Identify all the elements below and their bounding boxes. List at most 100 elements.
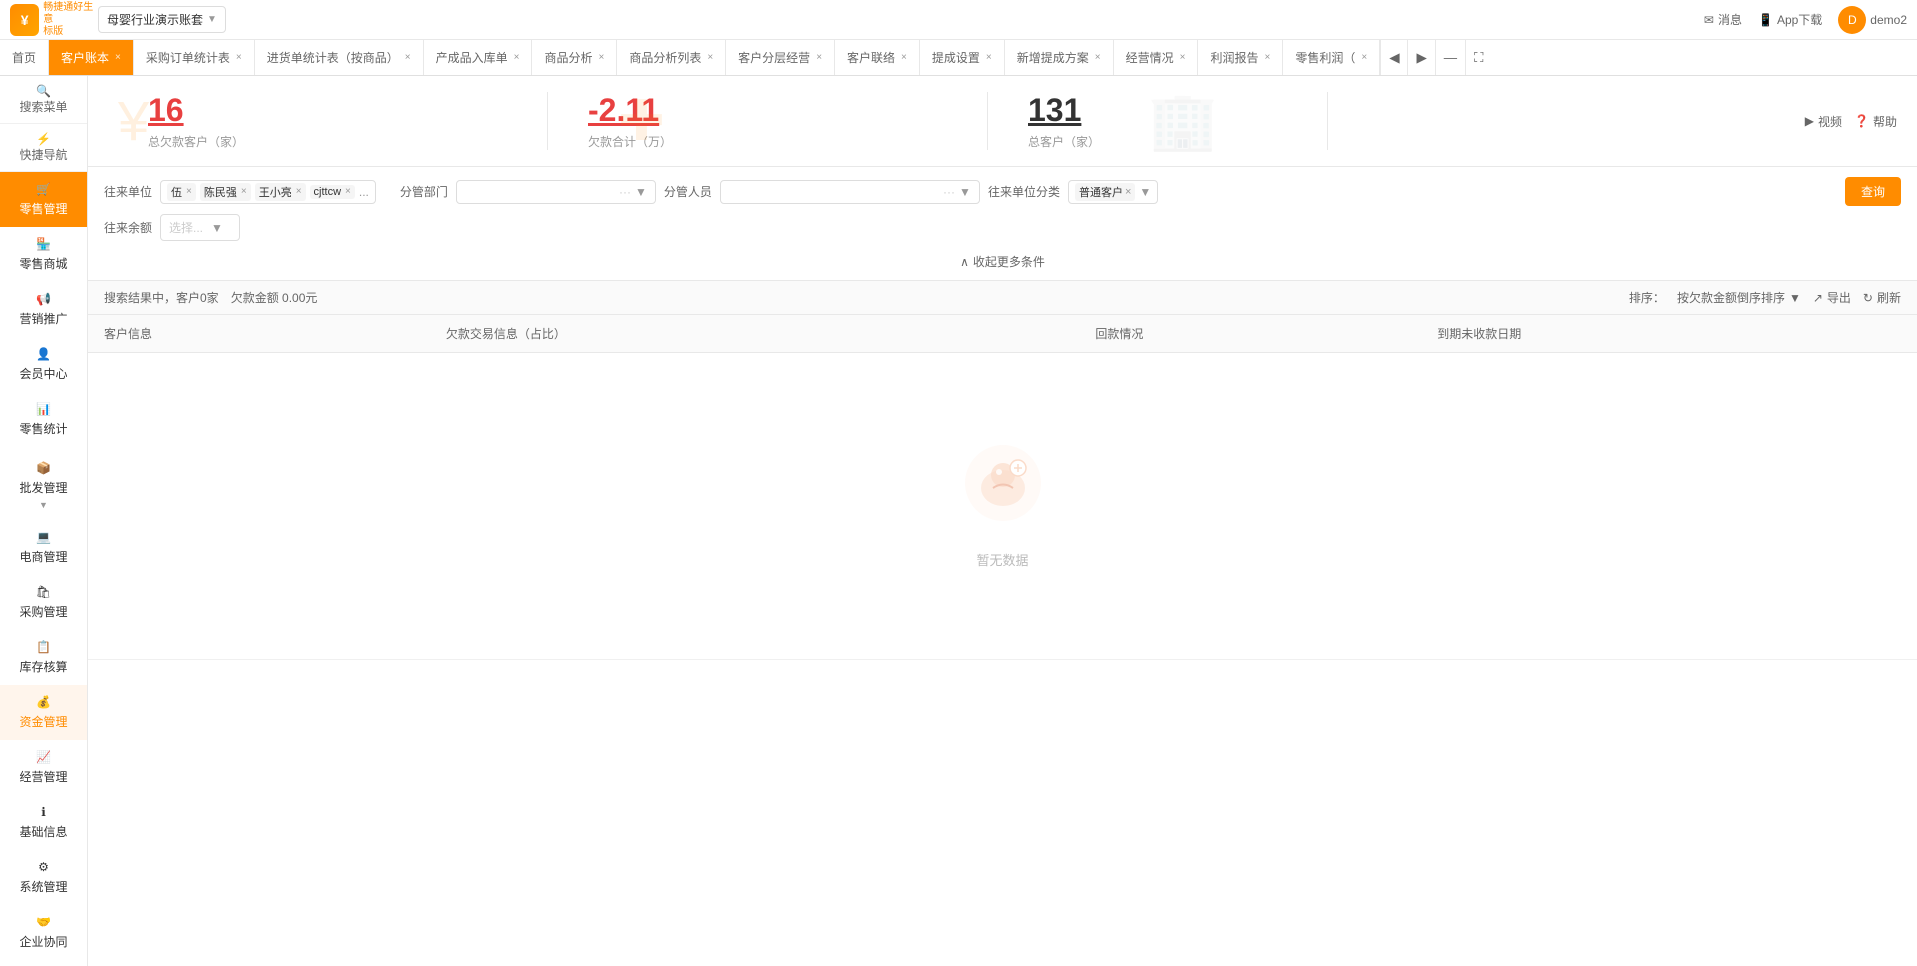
company-dropdown-icon: ▼ bbox=[207, 14, 217, 25]
refresh-button[interactable]: ↻ 刷新 bbox=[1863, 289, 1901, 306]
total-customers-value[interactable]: 16 bbox=[148, 92, 184, 129]
member-icon: 👤 bbox=[36, 347, 51, 361]
tab-close-icon[interactable]: × bbox=[405, 52, 411, 63]
tab-close-icon[interactable]: × bbox=[1264, 52, 1270, 63]
tab-label: 零售利润（ bbox=[1295, 49, 1355, 66]
tab-commission-setting[interactable]: 提成设置 × bbox=[920, 40, 1005, 76]
balance-dropdown-icon[interactable]: ▼ bbox=[211, 221, 223, 235]
tab-minimize-button[interactable]: — bbox=[1435, 40, 1465, 76]
tab-close-icon[interactable]: × bbox=[816, 52, 822, 63]
person-clear-icon[interactable]: ··· bbox=[943, 185, 955, 199]
sidebar-quick-nav[interactable]: ⚡ 快捷导航 bbox=[0, 124, 87, 172]
app-download-button[interactable]: 📱 App下载 bbox=[1758, 11, 1822, 28]
sidebar-search[interactable]: 🔍 搜索菜单 bbox=[0, 76, 87, 124]
empty-state: 暂无数据 bbox=[104, 363, 1901, 649]
tab-close-icon[interactable]: × bbox=[115, 52, 121, 63]
sidebar-item-member[interactable]: 👤 会员中心 bbox=[0, 337, 87, 392]
tag-wang-remove[interactable]: × bbox=[296, 186, 302, 197]
tab-business[interactable]: 经营情况 × bbox=[1114, 40, 1199, 76]
company-select[interactable]: 母婴行业演示账套 ▼ bbox=[98, 6, 226, 33]
sidebar-item-finance[interactable]: 💰 资金管理 bbox=[0, 685, 87, 740]
sidebar-item-basic-info[interactable]: ℹ 基础信息 bbox=[0, 795, 87, 850]
sidebar-item-operations[interactable]: 📈 经营管理 bbox=[0, 740, 87, 795]
tab-product-analysis[interactable]: 商品分析 × bbox=[532, 40, 617, 76]
logo-text: 畅捷通好生意 标版 bbox=[43, 2, 98, 38]
tab-close-icon[interactable]: × bbox=[236, 52, 242, 63]
unit-filter-tags[interactable]: 伍 × 陈民强 × 王小亮 × cjttcw × ... bbox=[160, 180, 376, 204]
tab-close-icon[interactable]: × bbox=[598, 52, 604, 63]
all-customers-value[interactable]: 131 bbox=[1028, 92, 1081, 129]
sidebar-quick-nav-label: 快捷导航 bbox=[0, 146, 87, 163]
collapse-button[interactable]: ∧ 收起更多条件 bbox=[960, 253, 1045, 270]
sidebar-item-label: 资金管理 bbox=[19, 713, 67, 730]
help-label: 帮助 bbox=[1873, 113, 1897, 130]
tab-customer-ledger[interactable]: 客户账本 × bbox=[49, 40, 134, 76]
col-customer-info: 客户信息 bbox=[88, 315, 430, 353]
export-button[interactable]: ↗ 导出 bbox=[1813, 289, 1851, 306]
sidebar-item-retail-mall[interactable]: 🏪 零售商城 bbox=[0, 227, 87, 282]
sort-select[interactable]: 按欠款金额倒序排序 ▼ bbox=[1677, 289, 1801, 306]
tab-close-icon[interactable]: × bbox=[707, 52, 713, 63]
tab-goods-stat[interactable]: 进货单统计表（按商品） × bbox=[255, 40, 424, 76]
person-dropdown-icon[interactable]: ▼ bbox=[959, 185, 971, 199]
table-container: 客户信息 欠款交易信息（占比） 回款情况 到期未收款日期 bbox=[88, 315, 1917, 966]
tab-retail-profit[interactable]: 零售利润（ × bbox=[1283, 40, 1380, 76]
tab-home[interactable]: 首页 bbox=[0, 40, 49, 76]
customer-class-dropdown-icon[interactable]: ▼ bbox=[1139, 185, 1151, 199]
tab-close-icon[interactable]: × bbox=[514, 52, 520, 63]
tab-customer-layer[interactable]: 客户分层经营 × bbox=[726, 40, 835, 76]
tab-profit-report[interactable]: 利润报告 × bbox=[1198, 40, 1283, 76]
sidebar-item-marketing[interactable]: 📢 营销推广 bbox=[0, 282, 87, 337]
tab-label: 利润报告 bbox=[1210, 49, 1258, 66]
sidebar-item-wholesale[interactable]: 📦 批发管理 ▼ bbox=[0, 451, 87, 520]
tab-close-icon[interactable]: × bbox=[901, 52, 907, 63]
sidebar-item-retail-stat[interactable]: 📊 零售统计 bbox=[0, 392, 87, 447]
dept-clear-icon[interactable]: ··· bbox=[619, 185, 631, 199]
customer-class-tag-remove[interactable]: × bbox=[1125, 186, 1131, 198]
tab-purchase-order[interactable]: 采购订单统计表 × bbox=[134, 40, 255, 76]
sidebar-item-inventory[interactable]: 📋 库存核算 bbox=[0, 630, 87, 685]
person-filter-select[interactable]: ··· ▼ bbox=[720, 180, 980, 204]
balance-filter-input[interactable]: 选择... ▼ bbox=[160, 214, 240, 241]
search-icon: 🔍 bbox=[0, 84, 87, 98]
tab-maximize-button[interactable]: ⛶ bbox=[1465, 40, 1491, 76]
tab-new-commission[interactable]: 新增提成方案 × bbox=[1005, 40, 1114, 76]
filter-more[interactable]: ... bbox=[359, 185, 369, 199]
avatar: D bbox=[1838, 6, 1866, 34]
sidebar-item-retail[interactable]: 🛒 零售管理 bbox=[0, 172, 87, 227]
tab-next-button[interactable]: ▶ bbox=[1407, 40, 1434, 76]
sidebar-item-enterprise[interactable]: 🤝 企业协同 bbox=[0, 905, 87, 960]
tab-close-icon[interactable]: × bbox=[1095, 52, 1101, 63]
sidebar-item-guide[interactable]: 🎯 新手引导 bbox=[0, 960, 87, 966]
tab-product-inbound[interactable]: 产成品入库单 × bbox=[424, 40, 533, 76]
user-profile[interactable]: D demo2 bbox=[1838, 6, 1907, 34]
sort-label: 排序： bbox=[1629, 289, 1665, 306]
tab-close-icon[interactable]: × bbox=[986, 52, 992, 63]
tab-close-icon[interactable]: × bbox=[1361, 52, 1367, 63]
dept-dropdown-icon[interactable]: ▼ bbox=[635, 185, 647, 199]
sidebar-item-purchase[interactable]: 🛍 采购管理 bbox=[0, 575, 87, 630]
tag-chen-remove[interactable]: × bbox=[241, 186, 247, 197]
dept-filter-select[interactable]: ··· ▼ bbox=[456, 180, 656, 204]
tab-close-icon[interactable]: × bbox=[1180, 52, 1186, 63]
results-summary: 搜索结果中，客户0家 bbox=[104, 289, 219, 306]
person-placeholder bbox=[729, 186, 732, 198]
sidebar-item-ecommerce[interactable]: 💻 电商管理 bbox=[0, 520, 87, 575]
tag-chen-text: 陈民强 bbox=[204, 184, 237, 200]
query-button[interactable]: 查询 bbox=[1845, 177, 1901, 206]
marketing-icon: 📢 bbox=[36, 292, 51, 306]
tab-label: 提成设置 bbox=[932, 49, 980, 66]
help-button[interactable]: ❓ 帮助 bbox=[1854, 113, 1897, 130]
message-button[interactable]: ✉ 消息 bbox=[1704, 11, 1742, 28]
tab-product-analysis-list[interactable]: 商品分析列表 × bbox=[617, 40, 726, 76]
customer-class-filter[interactable]: 普通客户 × ▼ bbox=[1068, 180, 1158, 204]
tab-customer-contact[interactable]: 客户联络 × bbox=[835, 40, 920, 76]
table-body: 暂无数据 bbox=[88, 353, 1917, 660]
tag-wu-remove[interactable]: × bbox=[186, 186, 192, 197]
filter-tag-chen: 陈民强 × bbox=[200, 183, 251, 201]
tab-prev-button[interactable]: ◀ bbox=[1380, 40, 1407, 76]
sidebar-item-system[interactable]: ⚙ 系统管理 bbox=[0, 850, 87, 905]
video-button[interactable]: ▶ 视频 bbox=[1805, 113, 1842, 130]
export-icon: ↗ bbox=[1813, 291, 1823, 305]
tag-cjttcw-remove[interactable]: × bbox=[345, 186, 351, 197]
